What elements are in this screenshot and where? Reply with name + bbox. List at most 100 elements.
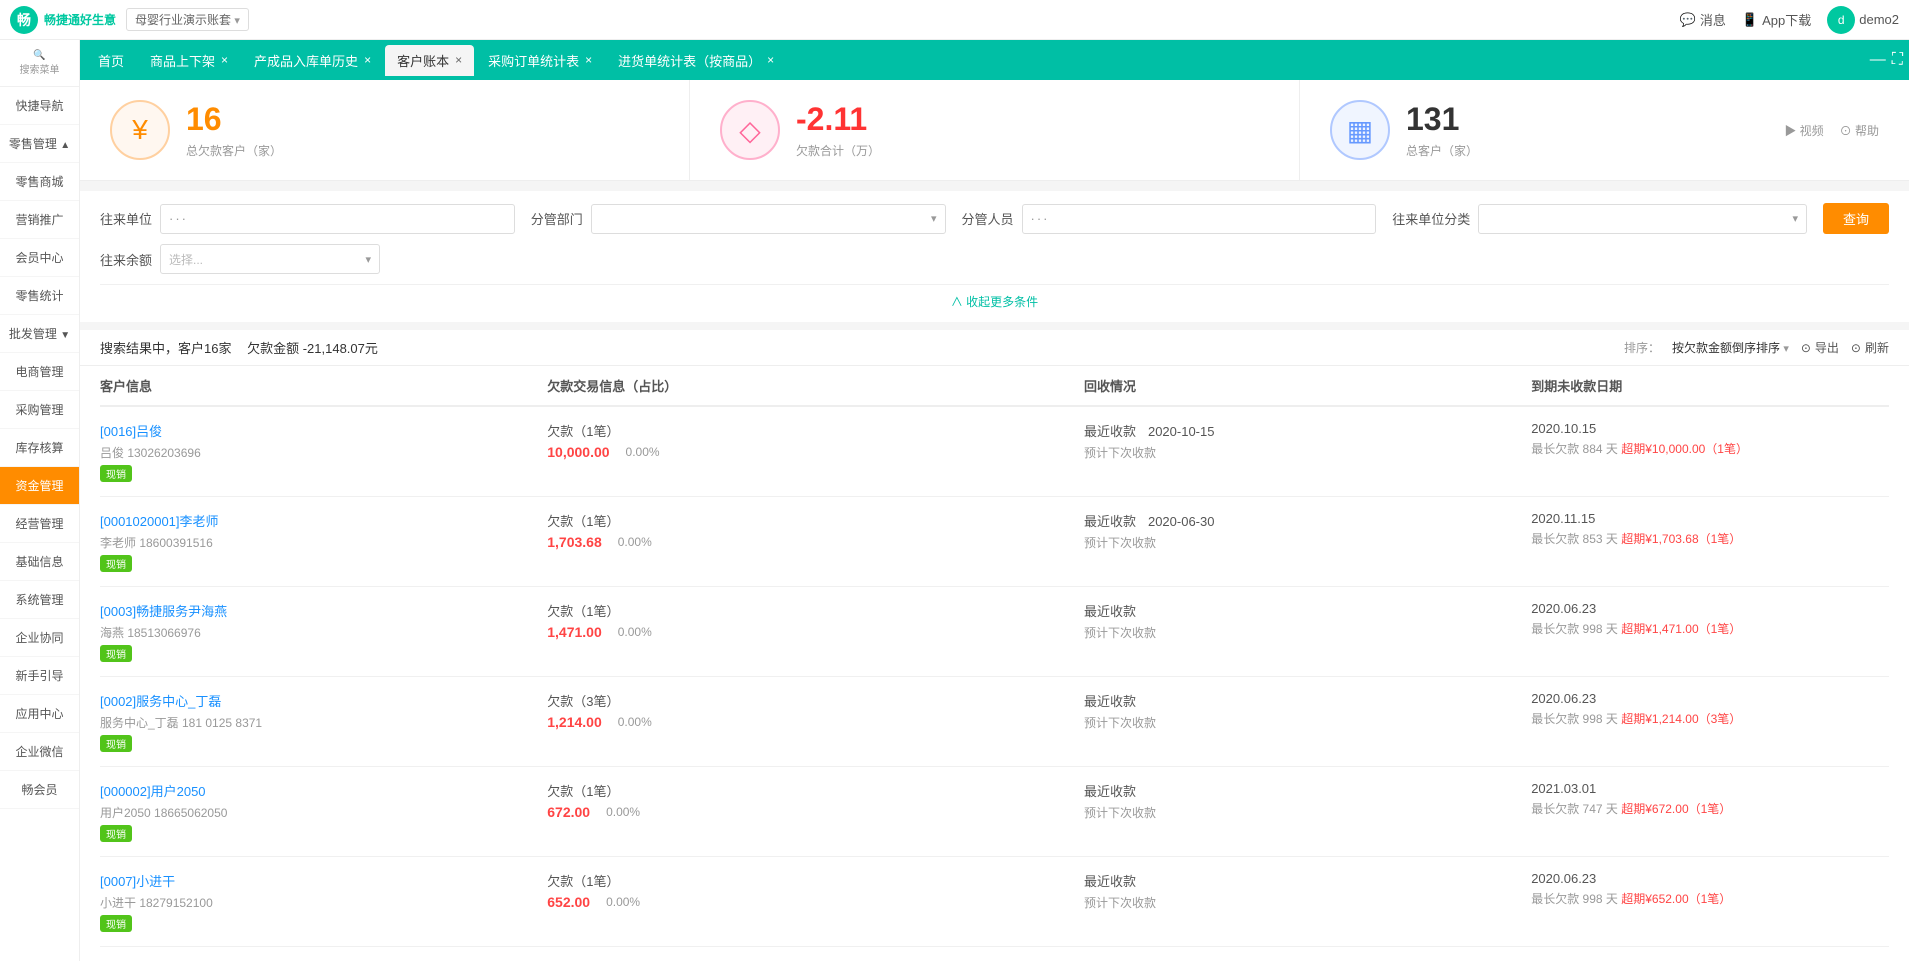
filter-source-unit-input[interactable]: ··· (160, 204, 515, 234)
tab-home[interactable]: 首页 (86, 45, 136, 76)
customer-info-5: [000002]用户2050 用户2050 18665062050 现销 (100, 781, 547, 842)
filter-department: 分管部门 ▾ (531, 204, 946, 234)
sidebar-search[interactable]: 🔍 搜索菜单 (0, 40, 79, 87)
overdue-link-1[interactable]: 超期¥10,000.00（1笔） (1621, 442, 1748, 456)
table-header: 客户信息 欠款交易信息（占比） 回收情况 到期未收款日期 (100, 366, 1889, 407)
sort-value[interactable]: 按欠款金额倒序排序 ▾ (1672, 339, 1789, 356)
tab-close-icon-3[interactable]: × (455, 53, 462, 67)
sidebar-item-basic-info[interactable]: 基础信息 (0, 543, 79, 581)
app-download-button[interactable]: 📱 App下载 (1742, 10, 1811, 29)
stat-value-total-debt: -2.11 (796, 101, 880, 138)
collection-info-1: 最近收款2020-10-15 预计下次收款 (1084, 421, 1531, 461)
filter-collapse-button[interactable]: ∧ 收起更多条件 (100, 284, 1889, 310)
logo-text: 畅捷通好生意 (44, 11, 116, 28)
main-layout: 🔍 搜索菜单 快捷导航 零售管理 ▲ 零售商城 营销推广 会员中心 (0, 40, 1909, 961)
chevron-down-icon-bal: ▾ (365, 253, 371, 266)
overdue-link-6[interactable]: 超期¥652.00（1笔） (1621, 892, 1731, 906)
sidebar-item-ecommerce[interactable]: 电商管理 (0, 353, 79, 391)
page-content: ¥ 16 总欠款客户（家） ◇ -2.11 欠款合计（万） (80, 80, 1909, 961)
filter-balance: 往来余额 选择... ▾ (100, 244, 380, 274)
logo-area: 畅 畅捷通好生意 (10, 6, 116, 34)
app-selector[interactable]: 母婴行业演示账套 ▾ (126, 8, 249, 31)
overdue-link-4[interactable]: 超期¥1,214.00（3笔） (1621, 712, 1741, 726)
overdue-info-2: 2020.11.15 最长欠款 853 天 超期¥1,703.68（1笔） (1531, 511, 1889, 547)
customer-name-4[interactable]: [0002]服务中心_丁磊 (100, 691, 547, 710)
debt-info-3: 欠款（1笔） 1,471.00 0.00% (547, 601, 1084, 644)
sidebar-item-wholesale-management[interactable]: 批发管理 ▼ (0, 315, 79, 353)
filter-manager-input[interactable]: ··· (1022, 204, 1377, 234)
tab-customer-ledger[interactable]: 客户账本 × (385, 45, 474, 76)
message-button[interactable]: 💬 消息 (1680, 10, 1726, 29)
refresh-button[interactable]: ⊙ 刷新 (1851, 339, 1889, 356)
filter-area: 往来单位 ··· 分管部门 ▾ (80, 191, 1909, 322)
sidebar-item-purchase[interactable]: 采购管理 (0, 391, 79, 429)
filter-row-2: 往来余额 选择... ▾ (100, 244, 1889, 274)
video-icon[interactable]: ▶ 视频 (1784, 122, 1823, 139)
overdue-info-5: 2021.03.01 最长欠款 747 天 超期¥672.00（1笔） (1531, 781, 1889, 817)
filter-unit-category-select[interactable]: ▾ (1478, 204, 1807, 234)
tab-close-icon-2[interactable]: × (364, 53, 371, 67)
export-button[interactable]: ⊙ 导出 (1801, 339, 1839, 356)
customer-name-5[interactable]: [000002]用户2050 (100, 781, 547, 800)
table-row: [0016]吕俊 吕俊 13026203696 现销 欠款（1笔） 10,000… (100, 407, 1889, 497)
stat-label-total-debt: 欠款合计（万） (796, 142, 880, 159)
stat-card-total-customers: ▦ 131 总客户（家） ▶ 视频 ⊙ 帮助 (1300, 80, 1909, 180)
sidebar-item-app-center[interactable]: 应用中心 (0, 695, 79, 733)
sidebar-item-enterprise[interactable]: 企业协同 (0, 619, 79, 657)
overdue-link-2[interactable]: 超期¥1,703.68（1笔） (1621, 532, 1741, 546)
sidebar-item-operations[interactable]: 经营管理 (0, 505, 79, 543)
sidebar-item-vip[interactable]: 畅会员 (0, 771, 79, 809)
tag-active-4: 现销 (100, 735, 132, 752)
query-button[interactable]: 查询 (1823, 203, 1889, 234)
app-wrapper: 畅 畅捷通好生意 母婴行业演示账套 ▾ 💬 消息 📱 App下载 d demo2 (0, 0, 1909, 961)
top-bar: 畅 畅捷通好生意 母婴行业演示账套 ▾ 💬 消息 📱 App下载 d demo2 (0, 0, 1909, 40)
tab-minimize-icon[interactable]: — (1870, 51, 1886, 69)
overdue-link-5[interactable]: 超期¥672.00（1笔） (1621, 802, 1731, 816)
tab-close-icon-4[interactable]: × (585, 53, 592, 67)
sidebar-item-finance[interactable]: 资金管理 (0, 467, 79, 505)
help-icon[interactable]: ⊙ 帮助 (1840, 122, 1879, 139)
sidebar-item-inventory[interactable]: 库存核算 (0, 429, 79, 467)
sidebar-item-member-center[interactable]: 会员中心 (0, 239, 79, 277)
customer-contact-1: 吕俊 13026203696 (100, 444, 547, 461)
export-icon: ⊙ (1801, 341, 1811, 355)
overdue-link-3[interactable]: 超期¥1,471.00（1笔） (1621, 622, 1741, 636)
avatar: d (1827, 6, 1855, 34)
table-row: [0006]去下粮仓 陈小帅 现销 欠款（1笔） 455.90 0.00% (100, 947, 1889, 961)
filter-department-label: 分管部门 (531, 209, 583, 228)
filter-balance-select[interactable]: 选择... ▾ (160, 244, 380, 274)
results-bar: 搜索结果中，客户16家 欠款金额 -21,148.07元 排序： 按欠款金额倒序… (80, 330, 1909, 366)
customer-name-1[interactable]: [0016]吕俊 (100, 421, 547, 440)
col-header-overdue: 到期未收款日期 (1531, 376, 1889, 395)
sidebar-item-marketing[interactable]: 营销推广 (0, 201, 79, 239)
tab-close-icon[interactable]: × (221, 53, 228, 67)
tab-production-history[interactable]: 产成品入库单历史 × (242, 45, 383, 76)
sidebar-item-retail-mall[interactable]: 零售商城 (0, 163, 79, 201)
customer-name-2[interactable]: [0001020001]李老师 (100, 511, 547, 530)
tab-purchase-stats[interactable]: 采购订单统计表 × (476, 45, 604, 76)
collection-info-2: 最近收款2020-06-30 预计下次收款 (1084, 511, 1531, 551)
collection-info-3: 最近收款 预计下次收款 (1084, 601, 1531, 641)
user-menu[interactable]: d demo2 (1827, 6, 1899, 34)
overdue-info-1: 2020.10.15 最长欠款 884 天 超期¥10,000.00（1笔） (1531, 421, 1889, 457)
table-row: [0002]服务中心_丁磊 服务中心_丁磊 181 0125 8371 现销 欠… (100, 677, 1889, 767)
sidebar-item-retail-stats[interactable]: 零售统计 (0, 277, 79, 315)
tab-bar: 首页 商品上下架 × 产成品入库单历史 × 客户账本 × 采购订单统计表 × (80, 40, 1909, 80)
sidebar-item-wechat[interactable]: 企业微信 (0, 733, 79, 771)
sort-label: 排序： (1624, 339, 1660, 356)
filter-department-select[interactable]: ▾ (591, 204, 946, 234)
stat-card-total-debt: ◇ -2.11 欠款合计（万） (690, 80, 1300, 180)
tab-close-icon-5[interactable]: × (767, 53, 774, 67)
customer-name-3[interactable]: [0003]畅捷服务尹海燕 (100, 601, 547, 620)
tab-purchase-by-product[interactable]: 进货单统计表（按商品） × (606, 45, 786, 76)
sidebar-item-retail-management[interactable]: 零售管理 ▲ (0, 125, 79, 163)
sidebar-item-guide[interactable]: 新手引导 (0, 657, 79, 695)
customer-name-6[interactable]: [0007]小进干 (100, 871, 547, 890)
sidebar-nav: 零售管理 ▲ 零售商城 营销推广 会员中心 零售统计 批发管理 ▼ (0, 125, 79, 809)
customer-contact-2: 李老师 18600391516 (100, 534, 547, 551)
tab-product-listing[interactable]: 商品上下架 × (138, 45, 240, 76)
sidebar-item-quick-nav[interactable]: 快捷导航 (0, 87, 79, 125)
overdue-info-4: 2020.06.23 最长欠款 998 天 超期¥1,214.00（3笔） (1531, 691, 1889, 727)
sidebar-item-system[interactable]: 系统管理 (0, 581, 79, 619)
tab-expand-icon[interactable]: ⛶ (1892, 51, 1903, 69)
